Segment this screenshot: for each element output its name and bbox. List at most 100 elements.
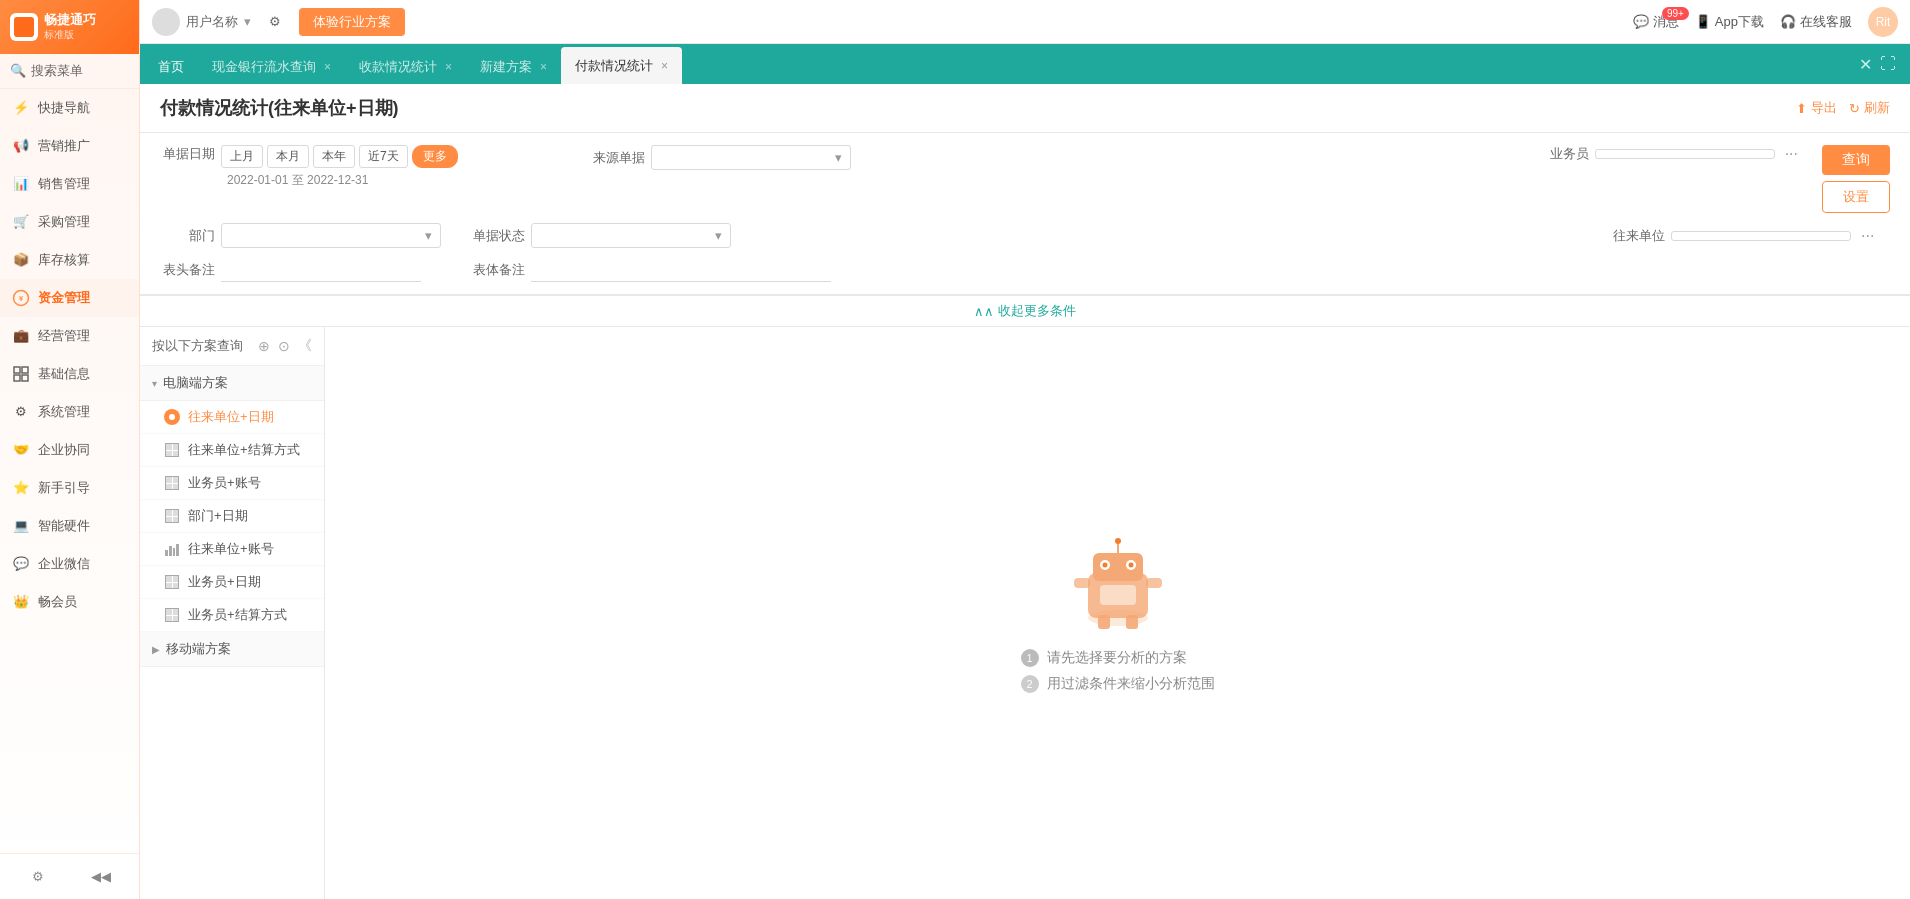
experience-industry-button[interactable]: 体验行业方案	[299, 8, 405, 36]
body-note-input[interactable]	[531, 258, 831, 282]
doc-status-select[interactable]: ▾	[531, 223, 731, 248]
tab-maximize-btn[interactable]: ⛶	[1880, 55, 1896, 73]
scheme-item-staff-settlement[interactable]: 业务员+结算方式	[140, 599, 324, 632]
svg-rect-3	[22, 367, 28, 373]
tab-payment-stat-label: 付款情况统计	[575, 57, 653, 75]
sidebar-item-quick-nav[interactable]: ⚡ 快捷导航	[0, 89, 139, 127]
tab-home[interactable]: 首页	[144, 49, 198, 84]
sidebar-item-purchase[interactable]: 🛒 采购管理	[0, 203, 139, 241]
page-header: 付款情况统计(往来单位+日期) ⬆ 导出 ↻ 刷新	[140, 84, 1910, 133]
chevron-down-icon: ▾	[425, 228, 432, 243]
refresh-button[interactable]: ↻ 刷新	[1849, 99, 1890, 117]
date-this-year-btn[interactable]: 本年	[313, 145, 355, 168]
sidebar-item-label: 销售管理	[38, 175, 90, 193]
counterpart-label: 往来单位	[1610, 227, 1665, 245]
circle-icon	[164, 409, 180, 425]
tab-receipt-stat-close[interactable]: ×	[445, 60, 452, 74]
scheme-item-staff-account[interactable]: 业务员+账号	[140, 467, 324, 500]
sidebar-item-basic[interactable]: 基础信息	[0, 355, 139, 393]
topbar-gear-btn[interactable]: ⚙	[261, 8, 289, 36]
collapse-conditions-btn[interactable]: ∧∧ 收起更多条件	[140, 295, 1910, 326]
tab-close-all-btn[interactable]: ✕	[1859, 55, 1872, 74]
messages-action[interactable]: 💬 消息 99+	[1633, 13, 1679, 31]
sidebar-item-label: 基础信息	[38, 365, 90, 383]
tab-new-scheme-close[interactable]: ×	[540, 60, 547, 74]
query-button[interactable]: 查询	[1822, 145, 1890, 175]
user-avatar-right[interactable]: Rit	[1868, 7, 1898, 37]
scheme-item-counterpart-account[interactable]: 往来单位+账号	[140, 533, 324, 566]
date-last-month-btn[interactable]: 上月	[221, 145, 263, 168]
sidebar-item-wechat[interactable]: 💬 企业微信	[0, 545, 139, 583]
scheme-panel: 按以下方案查询 ⊕ ⊙ 《 ▾ 电脑端方案	[140, 327, 325, 899]
refresh-label: 刷新	[1864, 99, 1890, 117]
sidebar-item-system[interactable]: ⚙ 系统管理	[0, 393, 139, 431]
date-more-btn[interactable]: 更多	[412, 145, 458, 168]
table-icon	[164, 607, 180, 623]
empty-state: 1 请先选择要分析的方案 2 用过滤条件来缩小分析范围	[325, 327, 1910, 899]
scheme-mobile-group-header[interactable]: ▶ 移动端方案	[140, 632, 324, 667]
sidebar-item-operation[interactable]: 💼 经营管理	[0, 317, 139, 355]
staff-select[interactable]	[1595, 149, 1775, 159]
sidebar-item-member[interactable]: 👑 畅会员	[0, 583, 139, 621]
sidebar-item-marketing[interactable]: 📢 营销推广	[0, 127, 139, 165]
sidebar-search[interactable]: 🔍 搜索菜单	[0, 54, 139, 89]
chevron-down-icon: ▾	[152, 378, 157, 389]
export-button[interactable]: ⬆ 导出	[1796, 99, 1837, 117]
scheme-settings-btn[interactable]: ⊙	[278, 338, 290, 354]
sidebar-item-inventory[interactable]: 📦 库存核算	[0, 241, 139, 279]
scheme-pc-group-header[interactable]: ▾ 电脑端方案	[140, 366, 324, 401]
gear-icon: ⚙	[12, 403, 30, 421]
star-icon: ⭐	[12, 479, 30, 497]
tab-bank-flow-close[interactable]: ×	[324, 60, 331, 74]
sidebar-item-enterprise[interactable]: 🤝 企业协同	[0, 431, 139, 469]
tab-bank-flow-label: 现金银行流水查询	[212, 58, 316, 76]
topbar-user[interactable]: 用户名称 ▾	[152, 8, 251, 36]
table-icon	[164, 475, 180, 491]
svg-rect-17	[1126, 615, 1138, 629]
counterpart-select[interactable]	[1671, 231, 1851, 241]
svg-rect-2	[14, 367, 20, 373]
date-last-7days-btn[interactable]: 近7天	[359, 145, 408, 168]
online-service-action[interactable]: 🎧 在线客服	[1780, 13, 1852, 31]
main-area: 用户名称 ▾ ⚙ 体验行业方案 💬 消息 99+ 📱 App下载 🎧 在线客服	[140, 0, 1910, 899]
scheme-collapse-btn[interactable]: 《	[298, 337, 312, 355]
right-content: 1 请先选择要分析的方案 2 用过滤条件来缩小分析范围	[325, 327, 1910, 899]
date-this-month-btn[interactable]: 本月	[267, 145, 309, 168]
filter-panel: 单据日期 上月 本月 本年 近7天 更多 2022-01-01 至 2022-1…	[140, 133, 1910, 295]
sidebar-item-sales[interactable]: 📊 销售管理	[0, 165, 139, 203]
tab-payment-stat[interactable]: 付款情况统计 ×	[561, 47, 682, 84]
tab-new-scheme[interactable]: 新建方案 ×	[466, 49, 561, 84]
scheme-add-btn[interactable]: ⊕	[258, 338, 270, 354]
doc-status-label: 单据状态	[470, 227, 525, 245]
scheme-item-staff-date[interactable]: 业务员+日期	[140, 566, 324, 599]
staff-more-btn[interactable]: ···	[1781, 145, 1802, 163]
header-note-input[interactable]	[221, 258, 421, 282]
app-download-action[interactable]: 📱 App下载	[1695, 13, 1764, 31]
source-doc-select[interactable]: ▾	[651, 145, 851, 170]
tabbar-controls: ✕ ⛶	[1849, 44, 1906, 84]
tab-receipt-stat[interactable]: 收款情况统计 ×	[345, 49, 466, 84]
tab-payment-stat-close[interactable]: ×	[661, 59, 668, 73]
sidebar-item-label: 畅会员	[38, 593, 77, 611]
sidebar-item-label: 经营管理	[38, 327, 90, 345]
header-note-label: 表头备注	[160, 261, 215, 279]
dept-select[interactable]: ▾	[221, 223, 441, 248]
sidebar-collapse-btn[interactable]: ◀◀	[74, 864, 130, 889]
scheme-item-counterpart-settlement[interactable]: 往来单位+结算方式	[140, 434, 324, 467]
box-icon: 📦	[12, 251, 30, 269]
sidebar-brand: 畅捷通巧 标准版	[44, 12, 96, 42]
sidebar-item-finance[interactable]: ¥ 资金管理	[0, 279, 139, 317]
chart-icon: 📊	[12, 175, 30, 193]
sidebar-settings-btn[interactable]: ⚙	[10, 864, 66, 889]
scheme-item-counterpart-date[interactable]: 往来单位+日期	[140, 401, 324, 434]
scheme-item-dept-date[interactable]: 部门+日期	[140, 500, 324, 533]
sidebar-item-label: 系统管理	[38, 403, 90, 421]
money-icon: ¥	[12, 289, 30, 307]
sidebar-item-guide[interactable]: ⭐ 新手引导	[0, 469, 139, 507]
filter-settings-button[interactable]: 设置	[1822, 181, 1890, 213]
collapse-btn-label: 收起更多条件	[998, 302, 1076, 320]
counterpart-more-btn[interactable]: ···	[1857, 227, 1878, 245]
tab-bank-flow[interactable]: 现金银行流水查询 ×	[198, 49, 345, 84]
scheme-item-label: 往来单位+结算方式	[188, 441, 300, 459]
sidebar-item-hardware[interactable]: 💻 智能硬件	[0, 507, 139, 545]
